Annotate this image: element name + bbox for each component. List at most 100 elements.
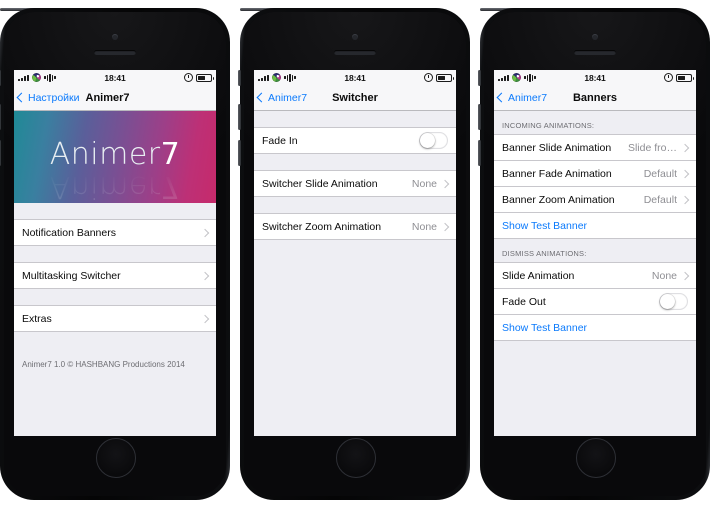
chevron-right-icon xyxy=(680,195,690,204)
row-fade-out[interactable]: Fade Out xyxy=(494,289,696,315)
row-label: Banner Fade Animation xyxy=(502,167,612,180)
row-banner-fade-animation[interactable]: Banner Fade Animation Default xyxy=(494,161,696,187)
row-label: Switcher Slide Animation xyxy=(262,177,378,190)
row-label: Show Test Banner xyxy=(502,219,588,232)
home-button[interactable] xyxy=(96,438,136,478)
row-label: Fade In xyxy=(262,134,298,147)
row-label: Switcher Zoom Animation xyxy=(262,220,382,233)
table-view[interactable]: Animer7 Animer7 Notification Banners Multit… xyxy=(14,111,216,436)
status-bar: 18:41 xyxy=(494,70,696,85)
row-label: Extras xyxy=(22,312,52,325)
volume-down-button[interactable] xyxy=(238,140,241,166)
app-banner-reflection-accent: 7 xyxy=(160,169,181,203)
volume-up-button[interactable] xyxy=(478,104,481,130)
chevron-right-icon xyxy=(680,271,690,280)
nav-bar: Animer7 Switcher xyxy=(254,85,456,111)
earpiece-speaker-icon xyxy=(94,50,136,55)
screenshot-stage: 18:41 Настройки Animer7 Animer7 Animer7 Notif… xyxy=(0,0,720,508)
section-header: DISMISS ANIMATIONS: xyxy=(502,249,587,258)
front-camera-icon xyxy=(592,34,598,40)
volume-up-button[interactable] xyxy=(238,104,241,130)
nav-bar: Настройки Animer7 xyxy=(14,85,216,111)
row-switcher-zoom-animation[interactable]: Switcher Zoom Animation None xyxy=(254,213,456,240)
row-banner-slide-animation[interactable]: Banner Slide Animation Slide fro… xyxy=(494,134,696,161)
toggle-fade-in[interactable] xyxy=(419,132,448,149)
nav-bar: Animer7 Banners xyxy=(494,85,696,111)
chevron-right-icon xyxy=(680,169,690,178)
back-button-label: Animer7 xyxy=(268,91,308,104)
mute-switch[interactable] xyxy=(0,70,1,86)
table-view[interactable]: Fade In Switcher Slide Animation None Switc… xyxy=(254,111,456,436)
section-gap xyxy=(14,289,216,305)
phone-screen: 18:41 Animer7 Switcher Fade In Switcher Slid… xyxy=(254,70,456,436)
section-group: Banner Slide Animation Slide fro… Banner F… xyxy=(494,134,696,239)
phone-1: 18:41 Настройки Animer7 Animer7 Animer7 Notif… xyxy=(0,8,230,500)
mute-switch[interactable] xyxy=(478,70,481,86)
app-banner-accent: 7 xyxy=(160,137,181,172)
chevron-right-icon xyxy=(200,314,210,323)
row-switcher-slide-animation[interactable]: Switcher Slide Animation None xyxy=(254,170,456,197)
home-button[interactable] xyxy=(336,438,376,478)
app-banner: Animer7 Animer7 xyxy=(14,111,216,203)
chevron-right-icon xyxy=(200,228,210,237)
toggle-knob xyxy=(660,294,675,309)
section-gap xyxy=(254,197,456,213)
row-show-test-banner[interactable]: Show Test Banner xyxy=(494,315,696,341)
section-group: Slide Animation None Fade Out Show Test Ban… xyxy=(494,262,696,341)
row-label: Banner Slide Animation xyxy=(502,141,612,154)
volume-down-button[interactable] xyxy=(0,140,1,166)
row-show-test-banner[interactable]: Show Test Banner xyxy=(494,213,696,239)
status-bar-right xyxy=(184,73,216,82)
row-notification-banners[interactable]: Notification Banners xyxy=(14,219,216,246)
row-multitasking-switcher[interactable]: Multitasking Switcher xyxy=(14,262,216,289)
battery-icon xyxy=(196,73,214,82)
back-button-label: Настройки xyxy=(28,91,80,104)
section-group: Extras xyxy=(14,305,216,332)
home-button[interactable] xyxy=(576,438,616,478)
section-group: Switcher Zoom Animation None xyxy=(254,213,456,240)
section-group: Fade In xyxy=(254,127,456,154)
status-bar-right xyxy=(664,73,696,82)
row-value: None xyxy=(651,269,677,282)
toggle-fade-out[interactable] xyxy=(659,293,688,310)
section-group: Notification Banners xyxy=(14,219,216,246)
back-button[interactable]: Настройки xyxy=(14,92,80,104)
chevron-right-icon xyxy=(200,271,210,280)
chevron-right-icon xyxy=(440,222,450,231)
volume-down-button[interactable] xyxy=(478,140,481,166)
rotation-lock-icon xyxy=(664,73,673,82)
app-banner-reflection: Animer7 xyxy=(14,169,216,203)
row-banner-zoom-animation[interactable]: Banner Zoom Animation Default xyxy=(494,187,696,213)
table-view[interactable]: INCOMING ANIMATIONS: Banner Slide Animati… xyxy=(494,111,696,436)
status-bar: 18:41 xyxy=(14,70,216,85)
front-camera-icon xyxy=(112,34,118,40)
volume-up-button[interactable] xyxy=(0,104,1,130)
row-label: Banner Zoom Animation xyxy=(502,193,615,206)
back-button-label: Animer7 xyxy=(508,91,548,104)
battery-icon xyxy=(676,73,694,82)
earpiece-speaker-icon xyxy=(334,50,376,55)
section-header: INCOMING ANIMATIONS: xyxy=(502,121,595,130)
front-camera-icon xyxy=(352,34,358,40)
section-group: Switcher Slide Animation None xyxy=(254,170,456,197)
chevron-left-icon xyxy=(496,92,507,103)
row-label: Fade Out xyxy=(502,295,546,308)
row-extras[interactable]: Extras xyxy=(14,305,216,332)
back-button[interactable]: Animer7 xyxy=(254,92,307,104)
rotation-lock-icon xyxy=(424,73,433,82)
back-button[interactable]: Animer7 xyxy=(494,92,547,104)
phone-screen: 18:41 Animer7 Banners INCOMING ANIMATIONS: B… xyxy=(494,70,696,436)
row-fade-in[interactable]: Fade In xyxy=(254,127,456,154)
phone-3: 18:41 Animer7 Banners INCOMING ANIMATIONS: B… xyxy=(478,8,710,500)
app-banner-name: Animer xyxy=(49,137,161,172)
chevron-right-icon xyxy=(680,143,690,152)
row-slide-animation[interactable]: Slide Animation None xyxy=(494,262,696,289)
section-group: Multitasking Switcher xyxy=(14,262,216,289)
chevron-left-icon xyxy=(16,92,27,103)
mute-switch[interactable] xyxy=(238,70,241,86)
row-label: Slide Animation xyxy=(502,269,575,282)
app-banner-title: Animer7 xyxy=(14,137,216,172)
rotation-lock-icon xyxy=(184,73,193,82)
status-bar: 18:41 xyxy=(254,70,456,85)
section-gap xyxy=(254,111,456,127)
